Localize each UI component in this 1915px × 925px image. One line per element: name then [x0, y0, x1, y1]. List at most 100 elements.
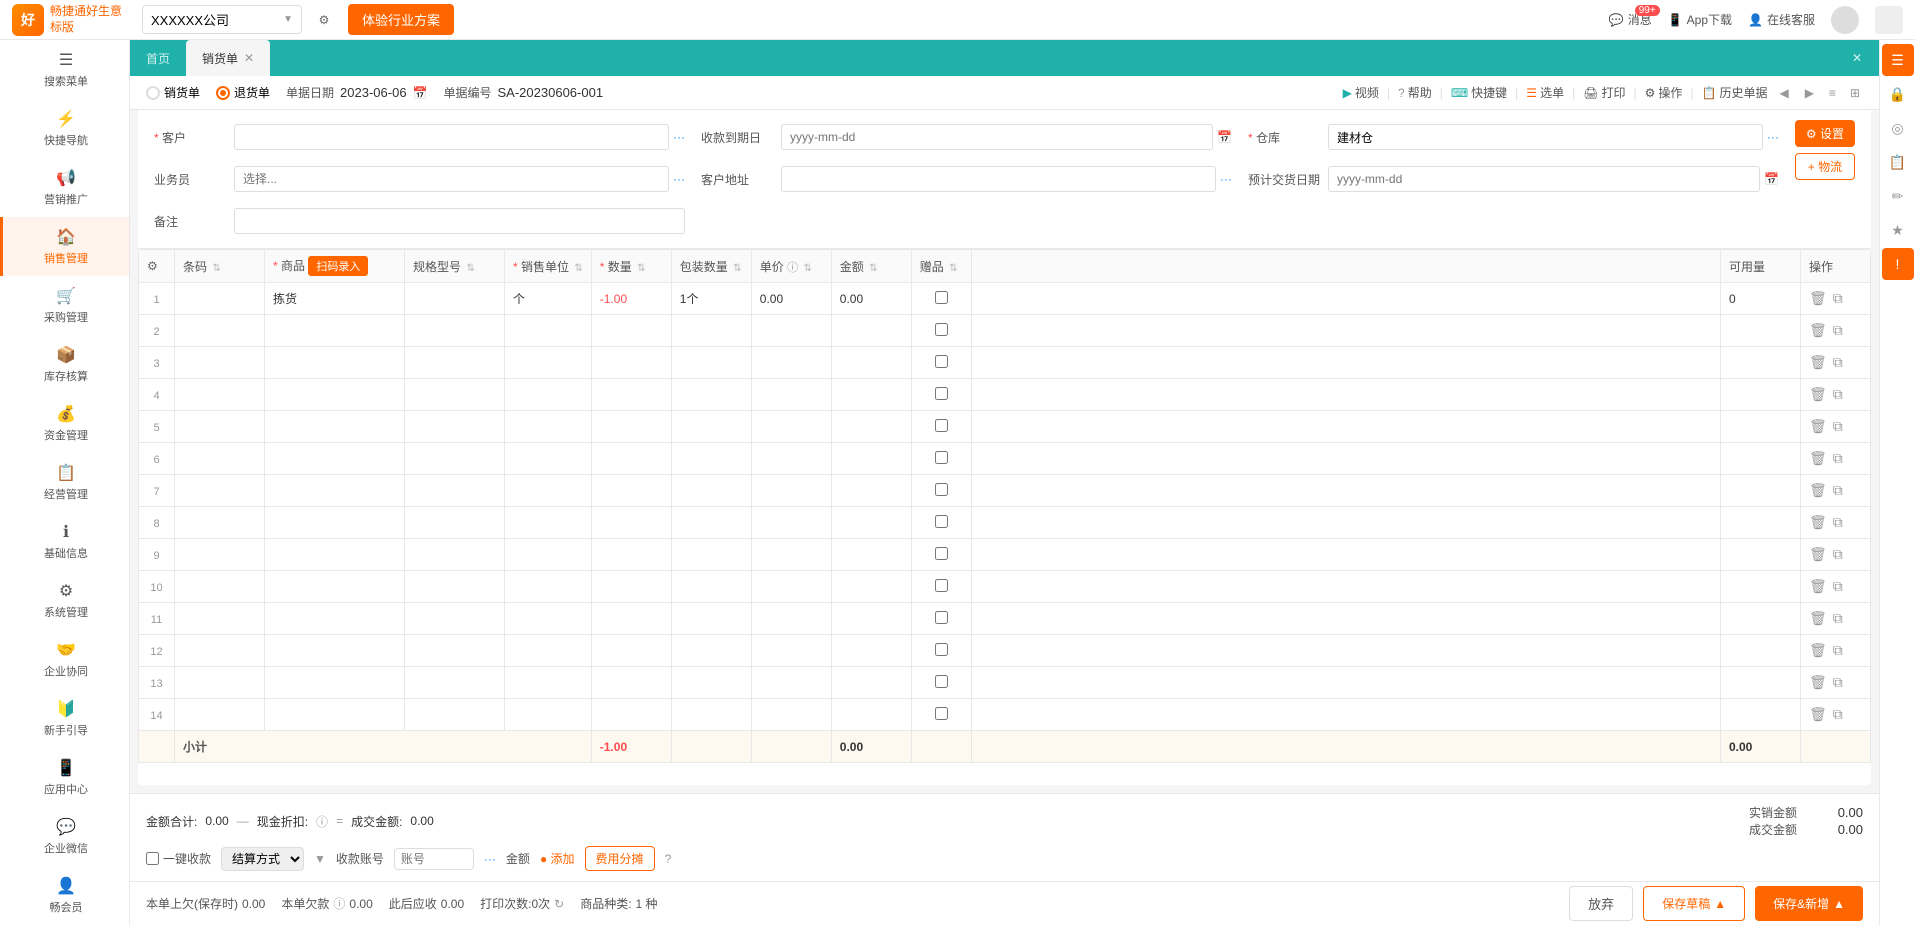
sidebar-item-system[interactable]: ⚙ 系统管理: [0, 571, 129, 630]
row-amount-cell[interactable]: [831, 539, 911, 571]
row-spec-cell[interactable]: [405, 571, 505, 603]
select-list-link[interactable]: ☰ 选单: [1526, 84, 1564, 101]
row-pkg-qty-cell[interactable]: [671, 603, 751, 635]
copy-row-icon[interactable]: ⧉: [1833, 578, 1843, 595]
row-qty-cell[interactable]: [591, 667, 671, 699]
row-gift-cell[interactable]: [911, 507, 971, 539]
row-barcode-cell[interactable]: [175, 603, 265, 635]
sidebar-item-finance[interactable]: 💰 资金管理: [0, 394, 129, 453]
online-service-button[interactable]: 👤 在线客服: [1748, 11, 1815, 28]
row-amount-cell[interactable]: [831, 667, 911, 699]
row-gift-cell[interactable]: [911, 283, 971, 315]
sidebar-item-app-center[interactable]: 📱 应用中心: [0, 748, 129, 807]
company-selector[interactable]: XXXXXX公司 ▼: [142, 5, 302, 34]
bank-account-input[interactable]: [394, 848, 474, 870]
copy-row-icon[interactable]: ⧉: [1833, 482, 1843, 499]
row-product-cell[interactable]: [265, 539, 405, 571]
row-price-cell[interactable]: [751, 475, 831, 507]
copy-row-icon[interactable]: ⧉: [1833, 386, 1843, 403]
row-unit-cell[interactable]: [505, 603, 592, 635]
sidebar-item-enterprise-wechat[interactable]: 💬 企业微信: [0, 807, 129, 866]
row-spec-cell[interactable]: [405, 347, 505, 379]
row-product-cell[interactable]: 拣货: [265, 283, 405, 315]
message-button[interactable]: 💬 消息 99+: [1609, 11, 1652, 28]
row-amount-cell[interactable]: [831, 507, 911, 539]
customer-addr-picker-icon[interactable]: ···: [1220, 172, 1232, 186]
row-qty-cell[interactable]: -1.00: [591, 283, 671, 315]
row-spec-cell[interactable]: [405, 667, 505, 699]
row-gift-cell[interactable]: [911, 603, 971, 635]
delete-row-icon[interactable]: 🗑: [1809, 354, 1827, 371]
row-price-cell[interactable]: [751, 411, 831, 443]
remarks-input[interactable]: [234, 208, 685, 234]
price-info-icon[interactable]: ⓘ: [787, 262, 798, 274]
row-amount-cell[interactable]: 0.00: [831, 283, 911, 315]
row-gift-cell[interactable]: [911, 379, 971, 411]
collection-date-calendar-icon[interactable]: 📅: [1217, 130, 1232, 144]
row-amount-cell[interactable]: [831, 315, 911, 347]
salesperson-input[interactable]: [234, 166, 669, 192]
history-link[interactable]: 📋 历史单据: [1701, 84, 1767, 101]
row-pkg-qty-cell[interactable]: [671, 379, 751, 411]
row-barcode-cell[interactable]: [175, 539, 265, 571]
row-spec-cell[interactable]: [405, 507, 505, 539]
rt-button-circle[interactable]: ◎: [1882, 112, 1914, 144]
view-grid-icon[interactable]: ⊞: [1847, 86, 1863, 100]
row-gift-cell[interactable]: [911, 635, 971, 667]
sidebar-item-operations[interactable]: 📋 经营管理: [0, 453, 129, 512]
row-unit-cell[interactable]: [505, 315, 592, 347]
row-product-cell[interactable]: [265, 699, 405, 731]
row-barcode-cell[interactable]: [175, 379, 265, 411]
copy-row-icon[interactable]: ⧉: [1833, 674, 1843, 691]
nav-next-button[interactable]: ▶: [1801, 86, 1818, 100]
copy-row-icon[interactable]: ⧉: [1833, 514, 1843, 531]
tab-bar-close-button[interactable]: ✕: [1843, 44, 1871, 72]
copy-row-icon[interactable]: ⧉: [1833, 418, 1843, 435]
row-gift-cell[interactable]: [911, 443, 971, 475]
row-qty-cell[interactable]: [591, 411, 671, 443]
row-gift-cell[interactable]: [911, 475, 971, 507]
row-price-cell[interactable]: [751, 667, 831, 699]
row-barcode-cell[interactable]: [175, 443, 265, 475]
row-product-cell[interactable]: [265, 603, 405, 635]
row-product-cell[interactable]: [265, 443, 405, 475]
row-barcode-cell[interactable]: [175, 411, 265, 443]
sidebar-item-sales[interactable]: 🏠 销售管理: [0, 217, 129, 276]
copy-row-icon[interactable]: ⧉: [1833, 546, 1843, 563]
row-unit-cell[interactable]: [505, 347, 592, 379]
radio-return-order[interactable]: 退货单: [216, 84, 270, 101]
calendar-icon[interactable]: 📅: [413, 86, 428, 100]
copy-row-icon[interactable]: ⧉: [1833, 354, 1843, 371]
row-qty-cell[interactable]: [591, 475, 671, 507]
row-gift-cell[interactable]: [911, 411, 971, 443]
row-price-cell[interactable]: [751, 635, 831, 667]
shortcut-link[interactable]: ⌨ 快捷键: [1451, 84, 1507, 101]
warehouse-input[interactable]: [1328, 124, 1763, 150]
row-unit-cell[interactable]: [505, 539, 592, 571]
row-barcode-cell[interactable]: [175, 347, 265, 379]
row-price-cell[interactable]: [751, 539, 831, 571]
one-click-payment-label[interactable]: 一键收款: [146, 850, 211, 867]
row-qty-cell[interactable]: [591, 443, 671, 475]
row-gift-cell[interactable]: [911, 539, 971, 571]
row-spec-cell[interactable]: [405, 635, 505, 667]
discount-info-icon[interactable]: ⓘ: [316, 813, 328, 830]
row-amount-cell[interactable]: [831, 635, 911, 667]
delete-row-icon[interactable]: 🗑: [1809, 290, 1827, 307]
row-price-cell[interactable]: [751, 699, 831, 731]
video-link[interactable]: ▶ 视频: [1343, 84, 1379, 101]
row-product-cell[interactable]: [265, 475, 405, 507]
row-amount-cell[interactable]: [831, 475, 911, 507]
payment-method-select[interactable]: 结算方式: [221, 847, 304, 871]
row-gift-cell[interactable]: [911, 347, 971, 379]
one-click-payment-checkbox[interactable]: [146, 852, 159, 865]
row-amount-cell[interactable]: [831, 699, 911, 731]
expense-split-button[interactable]: 费用分摊: [585, 846, 655, 871]
row-unit-cell[interactable]: [505, 475, 592, 507]
tab-sales-order[interactable]: 销货单 ✕: [186, 40, 270, 76]
row-pkg-qty-cell[interactable]: [671, 699, 751, 731]
delete-row-icon[interactable]: 🗑: [1809, 706, 1827, 723]
rt-button-list[interactable]: ☰: [1882, 44, 1914, 76]
row-unit-cell[interactable]: 个: [505, 283, 592, 315]
row-barcode-cell[interactable]: [175, 507, 265, 539]
